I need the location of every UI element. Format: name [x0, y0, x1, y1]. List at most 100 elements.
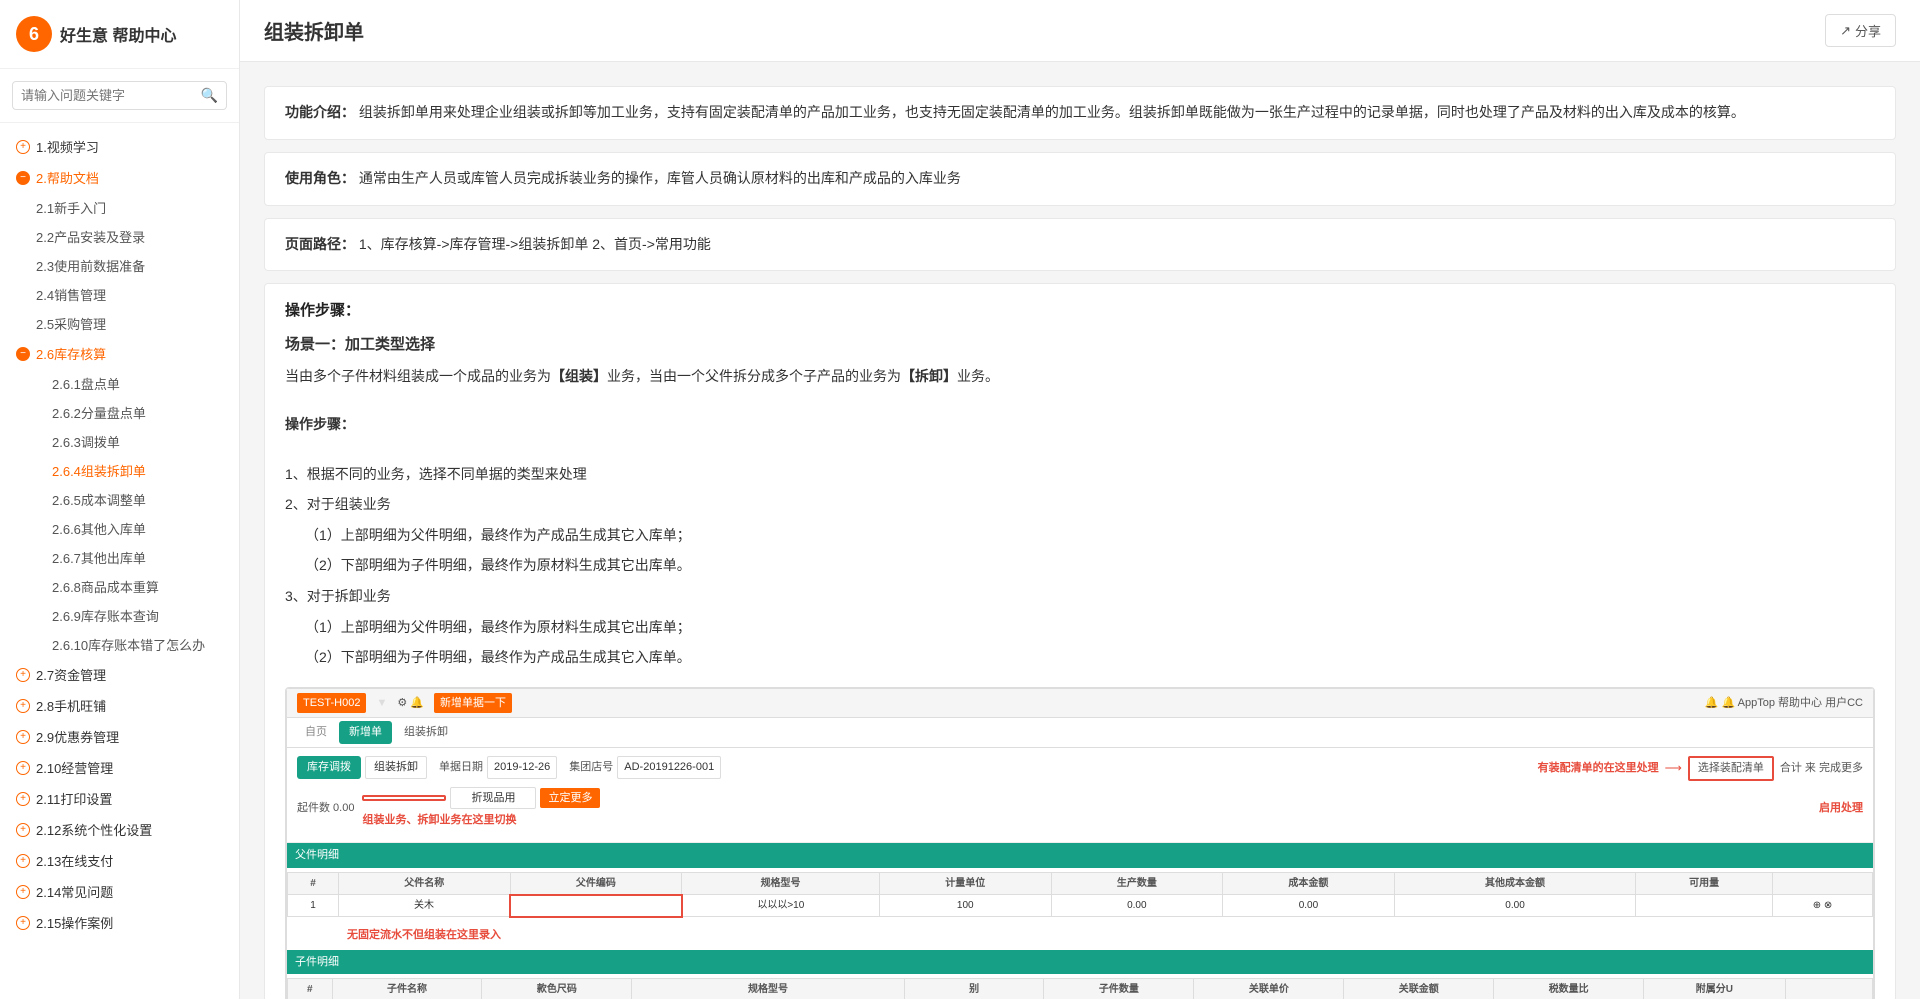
sidebar-label-2-14: 2.14常见问题: [36, 882, 113, 901]
search-input[interactable]: [21, 88, 201, 103]
sidebar-item-2-6-4[interactable]: 2.6.4组装拆卸单: [0, 456, 239, 485]
sidebar-item-2-3[interactable]: 2.3使用前数据准备: [0, 251, 239, 280]
sidebar-label-1: 1.视频学习: [36, 137, 99, 156]
search-box[interactable]: 🔍: [12, 81, 227, 110]
sidebar-item-2-6-10[interactable]: 2.6.10库存账本错了怎么办: [0, 630, 239, 659]
ss-t2-col-sub: 附属分U: [1644, 979, 1785, 999]
minus-icon-2-6: −: [16, 347, 30, 361]
share-button[interactable]: ↗ 分享: [1825, 14, 1896, 47]
plus-icon-2-10: +: [16, 761, 30, 775]
sidebar-item-2-6-6[interactable]: 2.6.6其他入库单: [0, 514, 239, 543]
ss-col-pname: 父件名称: [339, 872, 511, 895]
sidebar-item-2-6-9[interactable]: 2.6.9库存账本查询: [0, 601, 239, 630]
step3-1: （1）上部明细为父件明细，最终作为原材料生成其它出库单；: [285, 614, 1875, 641]
ss-new-btn: 新增单据一下: [434, 693, 512, 714]
table-row: 1 关木 以以以>10 100 0.00 0.00 0.00 ⊕ ⊗: [288, 895, 1873, 917]
ss-t2-col-name: 子件名称: [332, 979, 482, 999]
role-text: 通常由生产人员或库管人员完成拆装业务的操作，库管人员确认原材料的出库和产成品的入…: [359, 170, 961, 186]
sidebar-item-2-1[interactable]: 2.1新手入门: [0, 193, 239, 222]
sidebar-item-2-6-5[interactable]: 2.6.5成本调整单: [0, 485, 239, 514]
screenshot-image: TEST-H002 ▼ ⚙ 🔔 新增单据一下 🔔 🔔 AppTop 帮助中心 用…: [285, 687, 1875, 999]
sidebar-item-2-8[interactable]: + 2.8手机旺铺: [0, 690, 239, 721]
ss-table1: # 父件名称 父件编码 规格型号 计量单位 生产数量 成本金额 其他成本金额 可…: [287, 872, 1873, 918]
content-area: 功能介绍： 组装拆卸单用来处理企业组装或拆卸等加工业务，支持有固定装配清单的产品…: [240, 62, 1920, 999]
ss-table2-header-bar: 子件明细: [287, 950, 1873, 975]
sidebar-item-2-14[interactable]: + 2.14常见问题: [0, 876, 239, 907]
ss-t2-col-ratio: 税数量比: [1494, 979, 1644, 999]
step1: 1、根据不同的业务，选择不同单据的类型来处理: [285, 461, 1875, 488]
steps-intro: 操作步骤：: [285, 413, 1875, 437]
ss-add-action: 合计 来 完成更多: [1780, 759, 1863, 778]
ss-col-seq: #: [288, 872, 339, 895]
ss-clearance-btn: 选择装配清单: [1688, 756, 1774, 781]
ss-cell-unit: 100: [879, 895, 1051, 917]
share-label: 分享: [1855, 21, 1881, 40]
ss-annotation2: 组装业务、拆卸业务在这里切换: [362, 811, 516, 830]
ss-t2-col-amount: 关联金额: [1344, 979, 1494, 999]
ss-col-unit: 计量单位: [879, 872, 1051, 895]
sidebar-item-2-6-7[interactable]: 2.6.7其他出库单: [0, 543, 239, 572]
ss-table1-header-bar: 父件明细: [287, 843, 1873, 868]
feature-intro-block: 功能介绍： 组装拆卸单用来处理企业组装或拆卸等加工业务，支持有固定装配清单的产品…: [264, 86, 1896, 140]
sidebar-item-2-10[interactable]: + 2.10经营管理: [0, 752, 239, 783]
page-title: 组装拆卸单: [264, 16, 364, 45]
ss-window: TEST-H002 ▼ ⚙ 🔔 新增单据一下 🔔 🔔 AppTop 帮助中心 用…: [286, 688, 1874, 999]
sidebar-item-1[interactable]: + 1.视频学习: [0, 131, 239, 162]
search-area: 🔍: [0, 69, 239, 123]
ss-form-area: 库存调拨 组装拆卸 单据日期 2019-12-26 集团店号 AD-201912…: [287, 748, 1873, 843]
sidebar-label-2-8: 2.8手机旺铺: [36, 696, 106, 715]
steps-text: 1、根据不同的业务，选择不同单据的类型来处理 2、对于组装业务 （1）上部明细为…: [285, 461, 1875, 671]
ss-cell-pname: 关木: [339, 895, 511, 917]
ss-t2-col-spec: 规格型号: [632, 979, 904, 999]
sidebar-label-2-7: 2.7资金管理: [36, 665, 106, 684]
ss-table1-header-text: 父件明细: [295, 846, 339, 865]
sidebar-item-2-12[interactable]: + 2.12系统个性化设置: [0, 814, 239, 845]
plus-icon-2-11: +: [16, 792, 30, 806]
sidebar-item-2-4[interactable]: 2.4销售管理: [0, 280, 239, 309]
ss-cell-spec: 以以以>10: [682, 895, 880, 917]
sidebar-item-2-13[interactable]: + 2.13在线支付: [0, 845, 239, 876]
sidebar-item-2-15[interactable]: + 2.15操作案例: [0, 907, 239, 938]
ss-doc-label: 集团店号: [569, 758, 613, 777]
sidebar-item-2-11[interactable]: + 2.11打印设置: [0, 783, 239, 814]
ss-annotation-area: 无固定流水不但组装在这里录入: [287, 918, 1873, 946]
ss-col-cost: 成本金额: [1223, 872, 1395, 895]
operations-block: 操作步骤： 场景一：加工类型选择 当由多个子件材料组装成一个成品的业务为【组装】…: [264, 283, 1896, 999]
sidebar-item-2-2[interactable]: 2.2产品安装及登录: [0, 222, 239, 251]
scenario1-title: 场景一：加工类型选择: [285, 332, 1875, 358]
role-label: 使用角色：: [285, 170, 355, 186]
sidebar-item-2-5[interactable]: 2.5采购管理: [0, 309, 239, 338]
ss-cell-cost: 0.00: [1223, 895, 1395, 917]
plus-icon-2-15: +: [16, 916, 30, 930]
sidebar-item-2-6[interactable]: − 2.6库存核算: [0, 338, 239, 369]
ss-table1-wrapper: # 父件名称 父件编码 规格型号 计量单位 生产数量 成本金额 其他成本金额 可…: [287, 868, 1873, 918]
minus-icon-2: −: [16, 171, 30, 185]
sidebar-label-2: 2.帮助文档: [36, 168, 99, 187]
ss-t2-col-color: 款色尺码: [482, 979, 632, 999]
ss-cell-action: ⊕ ⊗: [1772, 895, 1872, 917]
ss-col-othercost: 其他成本金额: [1394, 872, 1636, 895]
sidebar-label-2-6: 2.6库存核算: [36, 344, 106, 363]
sidebar-label-2-10: 2.10经营管理: [36, 758, 113, 777]
sidebar-item-2-6-2[interactable]: 2.6.2分量盘点单: [0, 398, 239, 427]
search-icon[interactable]: 🔍: [201, 87, 218, 104]
sidebar-item-2-9[interactable]: + 2.9优惠券管理: [0, 721, 239, 752]
scenario1-desc: 当由多个子件材料组装成一个成品的业务为【组装】业务，当由一个父件拆分成多个子产品…: [285, 365, 1875, 389]
ss-col-pcode: 父件编码: [510, 872, 682, 895]
plus-icon-2-12: +: [16, 823, 30, 837]
ss-t2-col-type: 别: [904, 979, 1044, 999]
ss-col-avail: 可用量: [1636, 872, 1773, 895]
sidebar-item-2-7[interactable]: + 2.7资金管理: [0, 659, 239, 690]
sidebar: 6 好生意 帮助中心 🔍 + 1.视频学习 − 2.帮助文档 2.1新手入门 2…: [0, 0, 240, 999]
sidebar-item-2-6-3[interactable]: 2.6.3调拨单: [0, 427, 239, 456]
plus-icon-1: +: [16, 140, 30, 154]
sidebar-item-2-6-1[interactable]: 2.6.1盘点单: [0, 369, 239, 398]
ss-t2-col-seq: #: [288, 979, 333, 999]
logo-area: 6 好生意 帮助中心: [0, 0, 239, 69]
ss-cell-avail: [1636, 895, 1773, 917]
sidebar-item-2[interactable]: − 2.帮助文档: [0, 162, 239, 193]
ss-t2-col-qty: 子件数量: [1044, 979, 1194, 999]
ss-table2: # 子件名称 款色尺码 规格型号 别 子件数量 关联单价 关联金额 税数量比: [287, 978, 1873, 999]
sidebar-item-2-6-8[interactable]: 2.6.8商品成本重算: [0, 572, 239, 601]
operations-title: 操作步骤：: [285, 298, 1875, 324]
